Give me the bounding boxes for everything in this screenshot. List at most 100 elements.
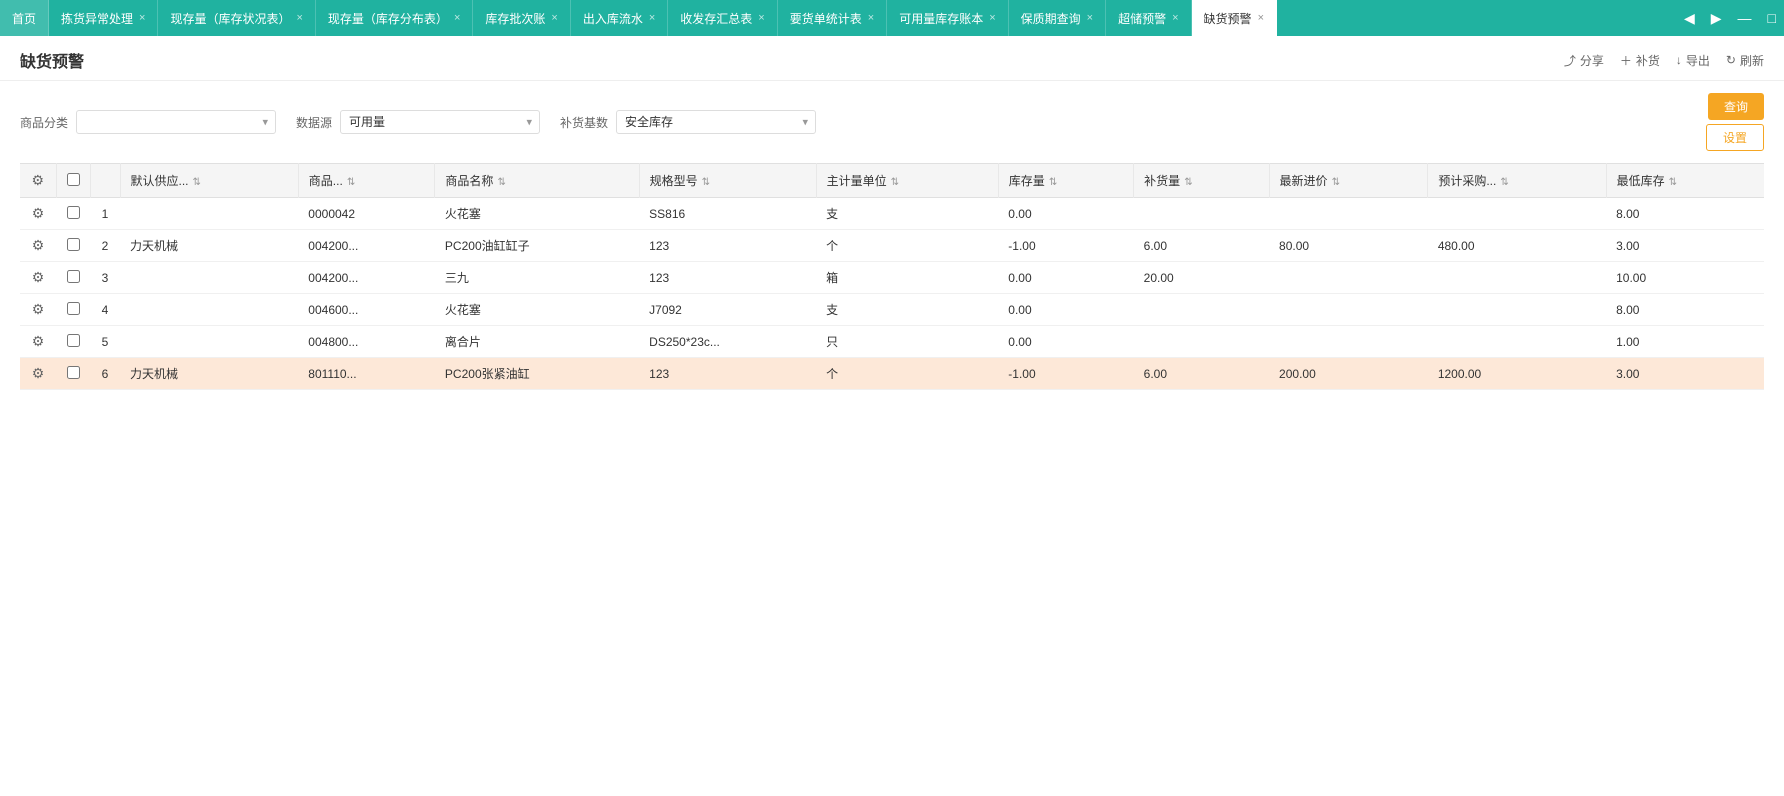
tab-close-expiry-query[interactable]: × [1087,12,1093,24]
export-icon: ↓ [1676,53,1682,67]
replenish-label: 补货 [1636,52,1660,69]
cell-latest_price [1269,326,1428,358]
tab-overstock[interactable]: 超储预警× [1106,0,1191,36]
row-checkbox-4[interactable] [67,334,80,347]
cell-checkbox [56,198,90,230]
sort-icon-est_purchase: ⇅ [1500,177,1508,188]
export-button[interactable]: ↓ 导出 [1676,52,1710,69]
cell-product_code: 004800... [298,326,435,358]
header-actions: ⤴ 分享 ＋ 补货 ↓ 导出 ↻ 刷新 [1564,52,1764,69]
tab-batch-account[interactable]: 库存批次账× [473,0,570,36]
cell-product_name: 离合片 [435,326,639,358]
tab-home[interactable]: 首页 [0,0,49,36]
cell-num: 1 [90,198,120,230]
sort-icon-replenish_qty: ⇅ [1184,177,1192,188]
sort-icon-min_stock: ⇅ [1669,177,1677,188]
tab-inventory-dist[interactable]: 现存量（库存分布表）× [316,0,473,36]
col-header-default_supplier[interactable]: 默认供应...⇅ [120,164,298,198]
datasource-filter-group: 数据源 可用量 [296,110,540,134]
col-label-spec: 规格型号 [650,174,698,188]
replenish-icon: ＋ [1620,52,1632,69]
col-header-product_name[interactable]: 商品名称⇅ [435,164,639,198]
cell-min_stock: 10.00 [1606,262,1764,294]
sort-icon-default_supplier: ⇅ [193,177,201,188]
tab-collect-summary[interactable]: 收发存汇总表× [668,0,777,36]
query-button[interactable]: 查询 [1708,93,1764,120]
col-header-min_stock[interactable]: 最低库存 ⇅ [1606,164,1764,198]
replenish-base-select[interactable]: 安全库存 [616,110,816,134]
col-header-stock_qty[interactable]: 库存量⇅ [998,164,1133,198]
refresh-label: 刷新 [1740,52,1764,69]
replenish-button[interactable]: ＋ 补货 [1620,52,1660,69]
cell-product_code: 0000042 [298,198,435,230]
cell-unit: 支 [816,294,998,326]
cell-spec: DS250*23c... [639,326,816,358]
table-container: ⚙默认供应...⇅商品...⇅商品名称⇅规格型号⇅主计量单位⇅库存量⇅补货量⇅最… [0,163,1784,390]
refresh-icon: ↻ [1726,53,1736,67]
col-header-est_purchase[interactable]: 预计采购...⇅ [1428,164,1606,198]
tab-minimize-button[interactable]: ― [1730,0,1760,36]
row-gear-icon[interactable]: ⚙ [32,301,45,317]
tab-shortage[interactable]: 缺货预警× [1192,0,1277,36]
replenish-base-filter-group: 补货基数 安全库存 [560,110,816,134]
tab-expiry-query[interactable]: 保质期查询× [1009,0,1106,36]
tab-available-ledger[interactable]: 可用量库存账本× [887,0,1008,36]
replenish-base-label: 补货基数 [560,114,608,131]
cell-default_supplier [120,198,298,230]
cell-product_code: 004600... [298,294,435,326]
col-header-unit[interactable]: 主计量单位⇅ [816,164,998,198]
cell-est_purchase: 480.00 [1428,230,1606,262]
tab-close-overstock[interactable]: × [1172,12,1178,24]
cell-settings: ⚙ [20,262,56,294]
tab-close-shortage[interactable]: × [1258,12,1264,24]
tab-abnormal[interactable]: 拣货异常处理× [49,0,158,36]
data-table: ⚙默认供应...⇅商品...⇅商品名称⇅规格型号⇅主计量单位⇅库存量⇅补货量⇅最… [20,163,1764,390]
cell-spec: J7092 [639,294,816,326]
tab-inout-flow[interactable]: 出入库流水× [571,0,668,36]
tab-order-stat[interactable]: 要货单统计表× [778,0,887,36]
cell-num: 2 [90,230,120,262]
cell-product_name: 三九 [435,262,639,294]
row-checkbox-3[interactable] [67,302,80,315]
row-checkbox-0[interactable] [67,206,80,219]
tab-maximize-button[interactable]: □ [1760,0,1784,36]
col-header-product_code[interactable]: 商品...⇅ [298,164,435,198]
row-checkbox-5[interactable] [67,366,80,379]
tab-prev-button[interactable]: ◀ [1676,0,1703,36]
refresh-button[interactable]: ↻ 刷新 [1726,52,1764,69]
tab-close-order-stat[interactable]: × [868,12,874,24]
cell-spec: 123 [639,358,816,390]
row-gear-icon[interactable]: ⚙ [32,269,45,285]
category-select[interactable] [76,110,276,134]
cell-default_supplier: 力天机械 [120,230,298,262]
row-gear-icon[interactable]: ⚙ [32,333,45,349]
tab-close-inventory-status[interactable]: × [296,12,302,24]
select-all-checkbox[interactable] [67,173,80,186]
tab-close-inout-flow[interactable]: × [649,12,655,24]
col-label-replenish_qty: 补货量 [1144,174,1180,188]
row-checkbox-1[interactable] [67,238,80,251]
cell-settings: ⚙ [20,358,56,390]
col-header-latest_price[interactable]: 最新进价⇅ [1269,164,1428,198]
tab-close-available-ledger[interactable]: × [989,12,995,24]
settings-button[interactable]: 设置 [1706,124,1764,151]
gear-icon[interactable]: ⚙ [31,172,44,188]
tab-close-collect-summary[interactable]: × [758,12,764,24]
col-label-min_stock: 最低库存 [1617,174,1665,188]
export-label: 导出 [1686,52,1710,69]
row-checkbox-2[interactable] [67,270,80,283]
tab-close-abnormal[interactable]: × [139,12,145,24]
tab-inventory-status[interactable]: 现存量（库存状况表）× [158,0,315,36]
cell-stock_qty: -1.00 [998,230,1133,262]
share-button[interactable]: ⤴ 分享 [1564,52,1604,69]
col-header-replenish_qty[interactable]: 补货量 ⇅ [1134,164,1269,198]
row-gear-icon[interactable]: ⚙ [32,205,45,221]
datasource-select[interactable]: 可用量 [340,110,540,134]
col-header-spec[interactable]: 规格型号⇅ [639,164,816,198]
cell-product_name: 火花塞 [435,198,639,230]
tab-close-inventory-dist[interactable]: × [454,12,460,24]
row-gear-icon[interactable]: ⚙ [32,365,45,381]
tab-next-button[interactable]: ▶ [1703,0,1730,36]
row-gear-icon[interactable]: ⚙ [32,237,45,253]
tab-close-batch-account[interactable]: × [551,12,557,24]
